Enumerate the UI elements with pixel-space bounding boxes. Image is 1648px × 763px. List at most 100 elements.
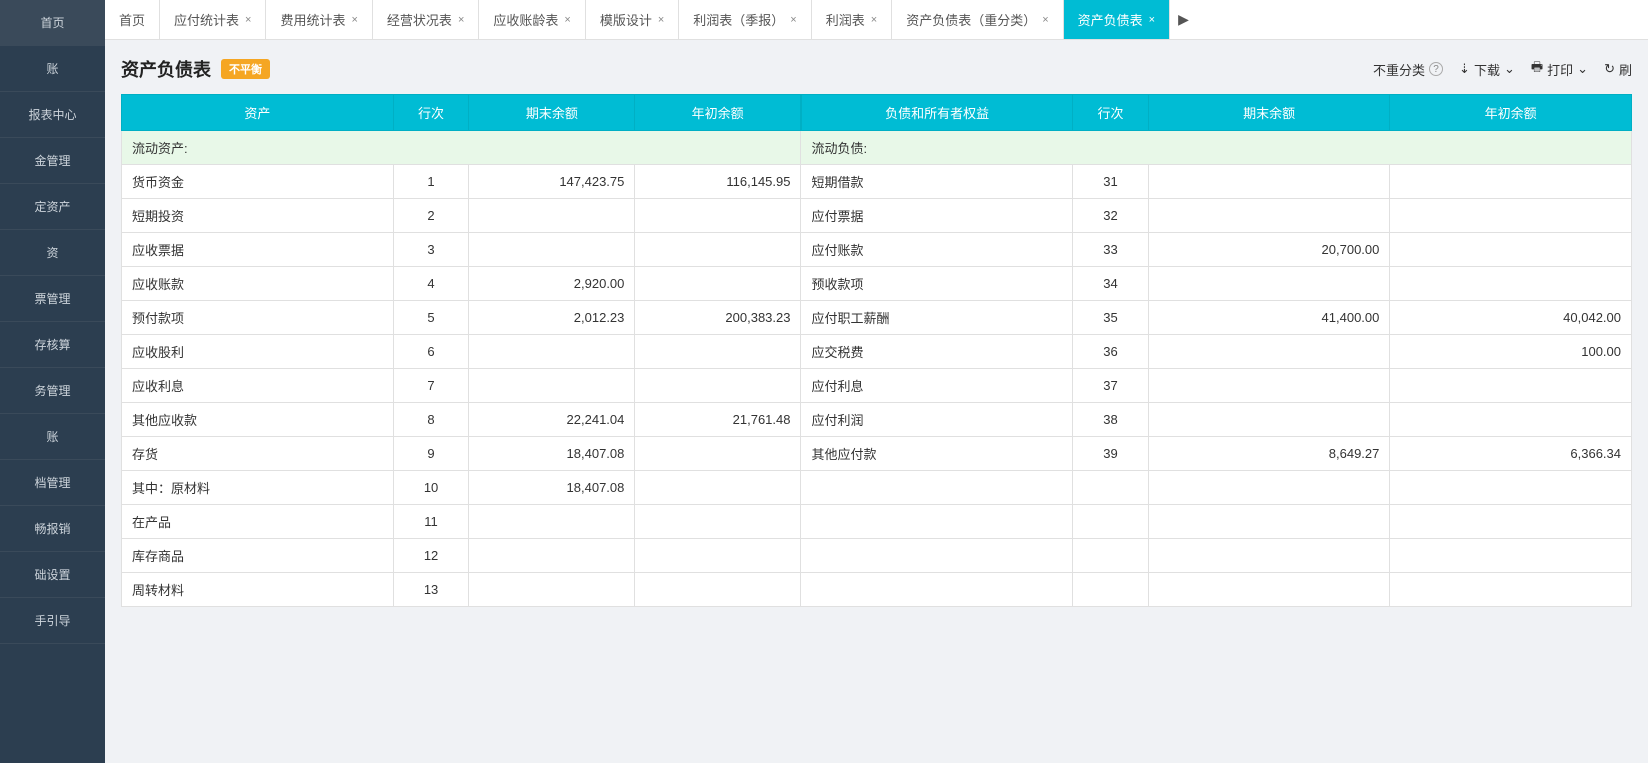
download-arrow-icon: ⌄	[1504, 61, 1515, 77]
left-seq: 12	[393, 539, 469, 573]
sidebar-item-archive[interactable]: 档管理	[0, 460, 105, 506]
tab-profit-close[interactable]: ×	[871, 14, 877, 26]
print-label: 打印	[1547, 60, 1573, 79]
main-area: 首页 应付统计表 × 费用统计表 × 经营状况表 × 应收账龄表 × 模版设计 …	[105, 0, 1648, 763]
left-name: 其中：原材料	[122, 471, 394, 505]
tab-balance-close[interactable]: ×	[1149, 14, 1155, 26]
sidebar-label-account: 账	[46, 62, 58, 76]
tab-template-label: 模版设计	[600, 10, 652, 29]
question-icon[interactable]: ?	[1429, 62, 1443, 76]
page-title-area: 资产负债表 不平衡	[121, 56, 270, 82]
th-liability: 负债和所有者权益	[801, 95, 1073, 131]
sidebar-item-ledger[interactable]: 账	[0, 414, 105, 460]
refresh-label: 刷	[1619, 60, 1632, 79]
tab-profit-quarterly-label: 利润表（季报）	[693, 10, 784, 29]
sidebar-label-fixed-assets: 定资产	[34, 200, 70, 214]
sidebar-item-expense[interactable]: 畅报销	[0, 506, 105, 552]
sidebar-item-home[interactable]: 首页	[0, 0, 105, 46]
sidebar-item-report[interactable]: 报表中心	[0, 92, 105, 138]
left-name: 应收利息	[122, 369, 394, 403]
tab-template[interactable]: 模版设计 ×	[586, 0, 679, 40]
table-row: 预付款项 5 2,012.23 200,383.23 应付职工薪酬 35 41,…	[122, 301, 1632, 335]
left-seq: 10	[393, 471, 469, 505]
right-year-start	[1390, 165, 1632, 199]
tab-ap-stats-close[interactable]: ×	[245, 14, 251, 26]
left-seq: 5	[393, 301, 469, 335]
tab-profit-quarterly[interactable]: 利润表（季报） ×	[679, 0, 811, 40]
right-end-balance	[1148, 369, 1390, 403]
tab-ap-stats[interactable]: 应付统计表 ×	[160, 0, 266, 40]
report-table: 资产 行次 期末余额 年初余额 负债和所有者权益 行次 期末余额 年初余额 流动…	[121, 94, 1632, 607]
left-name: 周转材料	[122, 573, 394, 607]
sidebar-label-tax: 务管理	[34, 384, 70, 398]
sidebar-label-inventory: 存核算	[34, 338, 70, 352]
tab-profit[interactable]: 利润表 ×	[812, 0, 892, 40]
sidebar-item-account[interactable]: 账	[0, 46, 105, 92]
th-seq2: 行次	[1073, 95, 1149, 131]
sidebar-label-settings: 础设置	[34, 568, 70, 582]
left-seq: 7	[393, 369, 469, 403]
left-name: 存货	[122, 437, 394, 471]
tab-operations-close[interactable]: ×	[458, 14, 464, 26]
tab-balance-reclassified-close[interactable]: ×	[1042, 14, 1048, 26]
right-name: 应付账款	[801, 233, 1073, 267]
sidebar-label-ledger: 账	[46, 430, 58, 444]
tab-template-close[interactable]: ×	[658, 14, 664, 26]
no-reclassify-btn[interactable]: 不重分类 ?	[1373, 60, 1443, 79]
th-seq: 行次	[393, 95, 469, 131]
tab-balance-reclassified-label: 资产负债表（重分类）	[906, 10, 1036, 29]
sidebar-item-ticket[interactable]: 票管理	[0, 276, 105, 322]
sidebar-item-guide[interactable]: 手引导	[0, 598, 105, 644]
right-seq: 39	[1073, 437, 1149, 471]
left-name: 其他应收款	[122, 403, 394, 437]
th-end-balance: 期末余额	[469, 95, 635, 131]
tab-balance-reclassified[interactable]: 资产负债表（重分类） ×	[892, 0, 1063, 40]
right-end-balance	[1148, 471, 1390, 505]
table-row: 在产品 11	[122, 505, 1632, 539]
tab-expense-stats-close[interactable]: ×	[351, 14, 357, 26]
table-row: 应收股利 6 应交税费 36 100.00	[122, 335, 1632, 369]
right-name	[801, 505, 1073, 539]
right-year-start	[1390, 267, 1632, 301]
sidebar-item-settings[interactable]: 础设置	[0, 552, 105, 598]
right-name	[801, 573, 1073, 607]
left-year-start	[635, 573, 801, 607]
table-row: 周转材料 13	[122, 573, 1632, 607]
right-year-start: 6,366.34	[1390, 437, 1632, 471]
sidebar-item-cash[interactable]: 金管理	[0, 138, 105, 184]
tab-ar-aging-label: 应收账龄表	[493, 10, 558, 29]
sidebar-label-expense: 畅报销	[34, 522, 70, 536]
print-btn[interactable]: 🖶 打印 ⌄	[1531, 58, 1588, 80]
tab-home[interactable]: 首页	[105, 0, 160, 40]
tab-balance[interactable]: 资产负债表 ×	[1064, 0, 1170, 40]
tab-operations[interactable]: 经营状况表 ×	[373, 0, 479, 40]
left-name: 货币资金	[122, 165, 394, 199]
left-end-balance: 147,423.75	[469, 165, 635, 199]
right-seq	[1073, 573, 1149, 607]
download-btn[interactable]: ⇣ 下载 ⌄	[1459, 60, 1515, 79]
right-name: 预收款项	[801, 267, 1073, 301]
sidebar-item-capital[interactable]: 资	[0, 230, 105, 276]
tab-ar-aging[interactable]: 应收账龄表 ×	[479, 0, 585, 40]
right-seq	[1073, 471, 1149, 505]
tab-home-label: 首页	[119, 10, 145, 29]
unbalanced-badge: 不平衡	[221, 59, 270, 79]
sidebar: 首页 账 报表中心 金管理 定资产 资 票管理 存核算 务管理 账 档管理 畅报…	[0, 0, 105, 763]
tab-nav-right[interactable]: ▶	[1170, 11, 1197, 28]
tab-expense-stats[interactable]: 费用统计表 ×	[266, 0, 372, 40]
sidebar-item-tax[interactable]: 务管理	[0, 368, 105, 414]
section-left-label: 流动资产:	[122, 131, 801, 165]
right-end-balance	[1148, 505, 1390, 539]
right-name: 短期借款	[801, 165, 1073, 199]
left-end-balance	[469, 505, 635, 539]
sidebar-item-inventory[interactable]: 存核算	[0, 322, 105, 368]
refresh-btn[interactable]: ↻ 刷	[1604, 60, 1632, 79]
tab-profit-quarterly-close[interactable]: ×	[790, 14, 796, 26]
page-title: 资产负债表	[121, 56, 211, 82]
tab-ar-aging-close[interactable]: ×	[564, 14, 570, 26]
left-end-balance	[469, 199, 635, 233]
left-year-start	[635, 233, 801, 267]
left-end-balance	[469, 369, 635, 403]
tab-operations-label: 经营状况表	[387, 10, 452, 29]
sidebar-item-fixed-assets[interactable]: 定资产	[0, 184, 105, 230]
